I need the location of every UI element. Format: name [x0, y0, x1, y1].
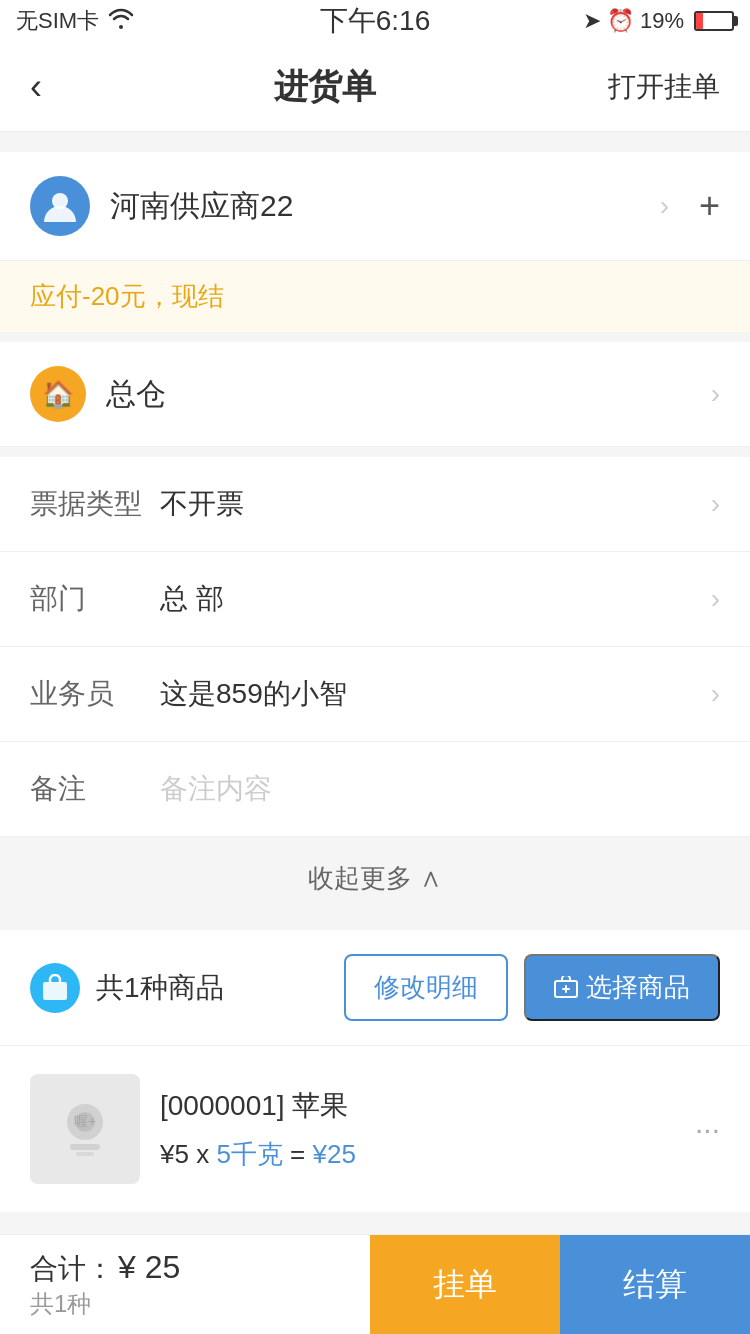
product-menu-button[interactable]: ···	[695, 1112, 720, 1146]
products-header: 共1种商品 修改明细 选择商品	[0, 930, 750, 1045]
edit-detail-button[interactable]: 修改明细	[344, 954, 508, 1021]
suspend-button[interactable]: 挂单	[370, 1235, 560, 1335]
warehouse-icon: 🏠	[30, 366, 86, 422]
carrier-text: 无SIM卡	[16, 6, 99, 36]
product-item: 喔+ [0000001] 苹果 ¥5 x 5千克 = ¥25 ···	[0, 1045, 750, 1212]
form-section: 票据类型 不开票 › 部门 总 部 › 业务员 这是859的小智 › 备注 备注…	[0, 457, 750, 837]
form-row-salesman[interactable]: 业务员 这是859的小智 ›	[0, 647, 750, 742]
form-label-invoice: 票据类型	[30, 485, 160, 523]
form-value-department: 总 部	[160, 580, 711, 618]
form-value-invoice: 不开票	[160, 485, 711, 523]
checkout-button[interactable]: 结算	[560, 1235, 750, 1335]
add-supplier-button[interactable]: +	[699, 185, 720, 227]
product-name: [0000001] 苹果	[160, 1087, 675, 1125]
wifi-icon	[107, 7, 135, 35]
form-label-department: 部门	[30, 580, 160, 618]
bottom-bar: 合计： ¥ 25 共1种 挂单 结算	[0, 1234, 750, 1334]
alarm-icon: ⏰	[607, 8, 634, 34]
form-row-invoice[interactable]: 票据类型 不开票 ›	[0, 457, 750, 552]
supplier-name: 河南供应商22	[110, 186, 640, 227]
back-button[interactable]: ‹	[30, 66, 42, 108]
spacer-4	[0, 920, 750, 930]
warehouse-name: 总仓	[106, 374, 691, 415]
invoice-chevron-icon: ›	[711, 488, 720, 520]
select-product-button[interactable]: 选择商品	[524, 954, 720, 1021]
notice-text: 应付-20元，现结	[30, 281, 224, 311]
supplier-avatar	[30, 176, 90, 236]
spacer-3	[0, 447, 750, 457]
products-count: 共1种商品	[96, 969, 328, 1007]
salesman-chevron-icon: ›	[711, 678, 720, 710]
svg-rect-1	[43, 982, 67, 1000]
total-count: 共1种	[30, 1288, 340, 1320]
checkout-label: 结算	[623, 1263, 687, 1307]
status-left: 无SIM卡	[16, 6, 135, 36]
warehouse-section: 🏠 总仓 ›	[0, 342, 750, 447]
svg-rect-7	[70, 1144, 100, 1150]
form-row-remarks[interactable]: 备注 备注内容	[0, 742, 750, 837]
product-info: [0000001] 苹果 ¥5 x 5千克 = ¥25	[160, 1087, 675, 1172]
department-chevron-icon: ›	[711, 583, 720, 615]
product-thumbnail-icon: 喔+	[50, 1094, 120, 1164]
status-right: ➤ ⏰ 19%	[583, 8, 734, 34]
status-bar: 无SIM卡 下午6:16 ➤ ⏰ 19%	[0, 0, 750, 42]
warehouse-chevron-icon: ›	[711, 378, 720, 410]
products-section: 共1种商品 修改明细 选择商品 喔+ [0000001]	[0, 930, 750, 1212]
total-label: 合计：	[30, 1250, 114, 1288]
product-price: ¥5 x 5千克 = ¥25	[160, 1137, 675, 1172]
select-product-icon	[554, 976, 578, 1000]
svg-rect-8	[76, 1152, 94, 1156]
total-amount: ¥ 25	[118, 1249, 180, 1286]
form-label-remarks: 备注	[30, 770, 160, 808]
suspend-label: 挂单	[433, 1263, 497, 1307]
spacer-1	[0, 132, 750, 152]
collapse-button[interactable]: 收起更多 ∧	[0, 837, 750, 920]
supplier-section: 河南供应商22 › + 应付-20元，现结	[0, 152, 750, 332]
battery-icon	[694, 11, 734, 31]
location-icon: ➤	[583, 8, 601, 34]
supplier-row[interactable]: 河南供应商22 › +	[0, 152, 750, 261]
collapse-label: 收起更多 ∧	[308, 861, 441, 896]
open-suspend-button[interactable]: 打开挂单	[608, 68, 720, 106]
products-icon	[30, 963, 80, 1013]
remarks-input[interactable]: 备注内容	[160, 770, 720, 808]
battery-percent: 19%	[640, 8, 684, 34]
page-title: 进货单	[274, 64, 376, 110]
form-row-department[interactable]: 部门 总 部 ›	[0, 552, 750, 647]
spacer-2	[0, 332, 750, 342]
supplier-chevron-icon: ›	[660, 190, 669, 222]
select-product-label: 选择商品	[586, 970, 690, 1005]
form-value-salesman: 这是859的小智	[160, 675, 711, 713]
nav-bar: ‹ 进货单 打开挂单	[0, 42, 750, 132]
status-time: 下午6:16	[320, 2, 431, 40]
total-section: 合计： ¥ 25 共1种	[0, 1249, 370, 1320]
warehouse-row[interactable]: 🏠 总仓 ›	[0, 342, 750, 447]
supplier-actions: › +	[660, 185, 720, 227]
product-image: 喔+	[30, 1074, 140, 1184]
form-label-salesman: 业务员	[30, 675, 160, 713]
notice-bar: 应付-20元，现结	[0, 261, 750, 332]
svg-text:喔+: 喔+	[74, 1113, 96, 1129]
